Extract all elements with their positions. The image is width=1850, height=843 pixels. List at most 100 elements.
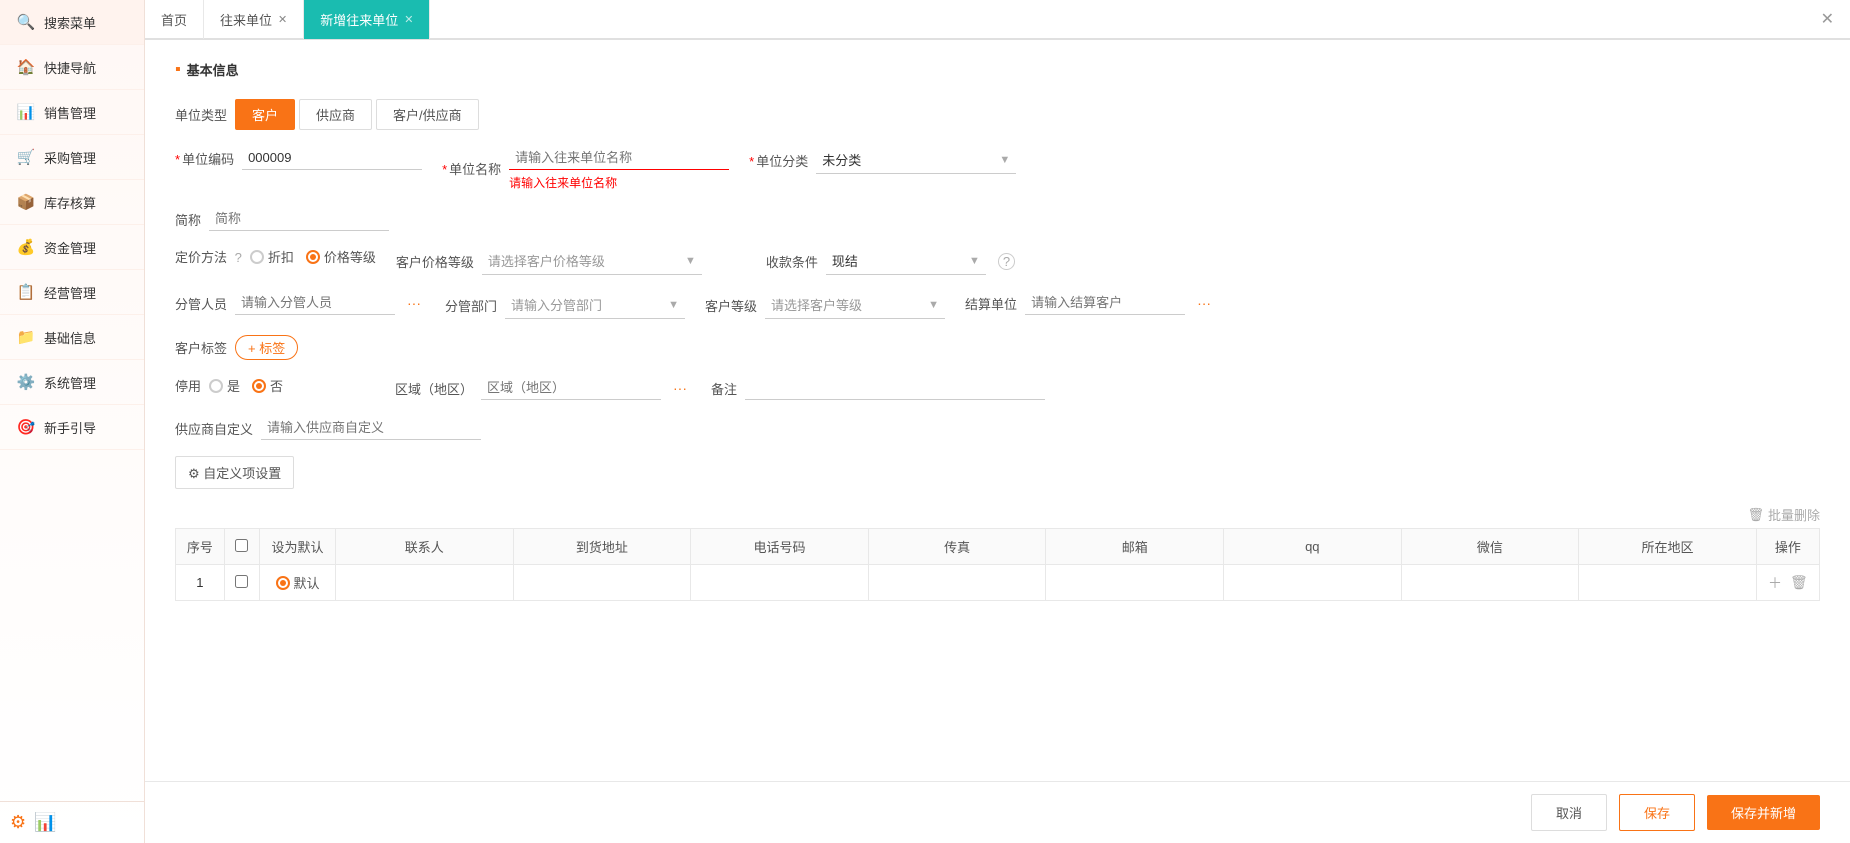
cancel-button[interactable]: 取消 bbox=[1531, 794, 1607, 831]
sidebar-item-quick-nav[interactable]: 🏠 快捷导航 bbox=[0, 45, 144, 90]
pricing-row: 定价方法 ? 折扣 价格等级 客户价格等级 请选择客户价 bbox=[175, 247, 1820, 275]
pricing-method-help-icon[interactable]: ? bbox=[235, 250, 242, 265]
delete-row-icon[interactable]: 🗑 bbox=[1790, 574, 1808, 591]
supplier-custom-group: 供应商自定义 bbox=[175, 416, 481, 440]
customer-price-level-select[interactable]: 请选择客户价格等级 ▼ bbox=[482, 247, 702, 275]
sidebar-item-finance[interactable]: 💰 资金管理 bbox=[0, 225, 144, 270]
row-email[interactable] bbox=[1046, 565, 1224, 601]
customer-price-level-group: 客户价格等级 请选择客户价格等级 ▼ bbox=[396, 247, 746, 275]
sidebar-item-operations[interactable]: 📋 经营管理 bbox=[0, 270, 144, 315]
pricing-method-group: 定价方法 ? 折扣 价格等级 bbox=[175, 247, 376, 266]
customer-level-chevron-icon: ▼ bbox=[928, 299, 939, 311]
col-location: 所在地区 bbox=[1579, 529, 1757, 565]
select-all-checkbox[interactable] bbox=[235, 539, 248, 552]
contact-table-container: 🗑 批量删除 序号 设为默认 联系人 到货地址 电话号码 传真 邮箱 qq bbox=[175, 505, 1820, 601]
region-input[interactable] bbox=[481, 376, 661, 400]
col-default: 设为默认 bbox=[260, 529, 336, 565]
search-icon: 🔍 bbox=[16, 12, 36, 32]
tab-counterpart[interactable]: 往来单位 ✕ bbox=[204, 0, 304, 39]
supplier-custom-row: 供应商自定义 bbox=[175, 416, 1820, 440]
row-phone[interactable] bbox=[691, 565, 869, 601]
bulk-delete-icon: 🗑 bbox=[1747, 507, 1764, 523]
customer-level-group: 客户等级 请选择客户等级 ▼ bbox=[705, 291, 945, 319]
col-checkbox bbox=[224, 529, 259, 565]
payment-terms-select[interactable]: 现结 ▼ bbox=[826, 247, 986, 275]
unit-code-label: *单位编码 bbox=[175, 149, 234, 168]
abbreviation-input[interactable] bbox=[209, 207, 389, 231]
row-default-radio[interactable]: 默认 bbox=[270, 573, 325, 592]
sidebar-footer: ⚙ 📊 bbox=[0, 801, 144, 843]
department-select[interactable]: 请输入分管部门 ▼ bbox=[505, 291, 685, 319]
row-fax[interactable] bbox=[868, 565, 1046, 601]
disabled-no-option[interactable]: 否 bbox=[252, 376, 283, 395]
close-new-counterpart-tab-icon[interactable]: ✕ bbox=[404, 13, 413, 26]
sidebar-item-purchase[interactable]: 🛒 采购管理 bbox=[0, 135, 144, 180]
remarks-input[interactable] bbox=[745, 376, 1045, 400]
unit-name-label: *单位名称 bbox=[442, 159, 501, 178]
row-wechat[interactable] bbox=[1401, 565, 1579, 601]
customer-level-select[interactable]: 请选择客户等级 ▼ bbox=[765, 291, 945, 319]
unit-name-col: 请输入往来单位名称 bbox=[509, 146, 729, 191]
custom-settings-button[interactable]: ⚙ 自定义项设置 bbox=[175, 456, 294, 489]
section-title: ▪ 基本信息 bbox=[175, 60, 1820, 79]
unit-code-input[interactable] bbox=[242, 146, 422, 170]
settlement-unit-input[interactable] bbox=[1025, 291, 1185, 315]
sidebar-item-system[interactable]: ⚙️ 系统管理 bbox=[0, 360, 144, 405]
row-location[interactable] bbox=[1579, 565, 1757, 601]
manager-input[interactable] bbox=[235, 291, 395, 315]
payment-terms-help-icon[interactable]: ? bbox=[998, 253, 1015, 270]
manager-ellipsis-icon[interactable]: ··· bbox=[403, 295, 425, 311]
section-icon: ▪ bbox=[175, 61, 181, 79]
sidebar-footer-icon2: 📊 bbox=[34, 812, 56, 833]
col-action: 操作 bbox=[1756, 529, 1819, 565]
contact-table: 序号 设为默认 联系人 到货地址 电话号码 传真 邮箱 qq 微信 所在地区 操… bbox=[175, 528, 1820, 601]
col-fax: 传真 bbox=[868, 529, 1046, 565]
region-ellipsis-icon[interactable]: ··· bbox=[669, 380, 691, 396]
operations-icon: 📋 bbox=[16, 282, 36, 302]
settlement-unit-ellipsis-icon[interactable]: ··· bbox=[1193, 295, 1215, 311]
manager-group: 分管人员 ··· bbox=[175, 291, 425, 315]
home-icon: 🏠 bbox=[16, 57, 36, 77]
pricing-discount-option[interactable]: 折扣 bbox=[250, 247, 294, 266]
unit-category-group: *单位分类 未分类 ▼ bbox=[749, 146, 1016, 174]
unit-type-group: 单位类型 客户 供应商 客户/供应商 bbox=[175, 99, 479, 130]
bulk-delete-button[interactable]: 🗑 批量删除 bbox=[1747, 505, 1820, 524]
sidebar-item-sales[interactable]: 📊 销售管理 bbox=[0, 90, 144, 135]
basic-info-icon: 📁 bbox=[16, 327, 36, 347]
row-address[interactable] bbox=[513, 565, 691, 601]
sidebar-item-inventory[interactable]: 📦 库存核算 bbox=[0, 180, 144, 225]
close-counterpart-tab-icon[interactable]: ✕ bbox=[278, 13, 287, 26]
unit-name-input[interactable] bbox=[509, 146, 729, 170]
save-new-button[interactable]: 保存并新增 bbox=[1707, 795, 1820, 830]
pricing-discount-radio bbox=[250, 250, 264, 264]
settlement-unit-group: 结算单位 ··· bbox=[965, 291, 1215, 315]
customer-price-chevron-icon: ▼ bbox=[685, 255, 696, 267]
pricing-method-radio-group: 折扣 价格等级 bbox=[250, 247, 376, 266]
btn-customer[interactable]: 客户 bbox=[235, 99, 295, 130]
row-contact[interactable] bbox=[335, 565, 513, 601]
abbreviation-label: 简称 bbox=[175, 210, 201, 229]
close-all-tabs-button[interactable]: ✕ bbox=[1805, 9, 1850, 29]
btn-both[interactable]: 客户/供应商 bbox=[376, 99, 479, 130]
disabled-radio-group: 是 否 bbox=[209, 376, 283, 395]
tab-new-counterpart[interactable]: 新增往来单位 ✕ bbox=[304, 0, 430, 39]
table-header-row: 🗑 批量删除 bbox=[175, 505, 1820, 524]
manager-row: 分管人员 ··· 分管部门 请输入分管部门 ▼ 客户等级 请选择客户等级 ▼ 结… bbox=[175, 291, 1820, 319]
row-qq[interactable] bbox=[1224, 565, 1402, 601]
sidebar-item-basic-info[interactable]: 📁 基础信息 bbox=[0, 315, 144, 360]
unit-category-select[interactable]: 未分类 ▼ bbox=[816, 146, 1016, 174]
pricing-level-option[interactable]: 价格等级 bbox=[306, 247, 376, 266]
sidebar-item-search[interactable]: 🔍 搜索菜单 bbox=[0, 0, 144, 45]
customer-price-level-label: 客户价格等级 bbox=[396, 252, 474, 271]
supplier-custom-input[interactable] bbox=[261, 416, 481, 440]
add-row-icon[interactable]: ＋ bbox=[1768, 573, 1782, 593]
disabled-yes-option[interactable]: 是 bbox=[209, 376, 240, 395]
add-tag-button[interactable]: + 标签 bbox=[235, 335, 298, 360]
sidebar-item-guide[interactable]: 🎯 新手引导 bbox=[0, 405, 144, 450]
save-button[interactable]: 保存 bbox=[1619, 794, 1695, 831]
btn-supplier[interactable]: 供应商 bbox=[299, 99, 372, 130]
disabled-yes-radio bbox=[209, 379, 223, 393]
row-checkbox[interactable] bbox=[235, 575, 248, 588]
tab-home[interactable]: 首页 bbox=[145, 0, 204, 39]
abbreviation-row: 简称 bbox=[175, 207, 1820, 231]
